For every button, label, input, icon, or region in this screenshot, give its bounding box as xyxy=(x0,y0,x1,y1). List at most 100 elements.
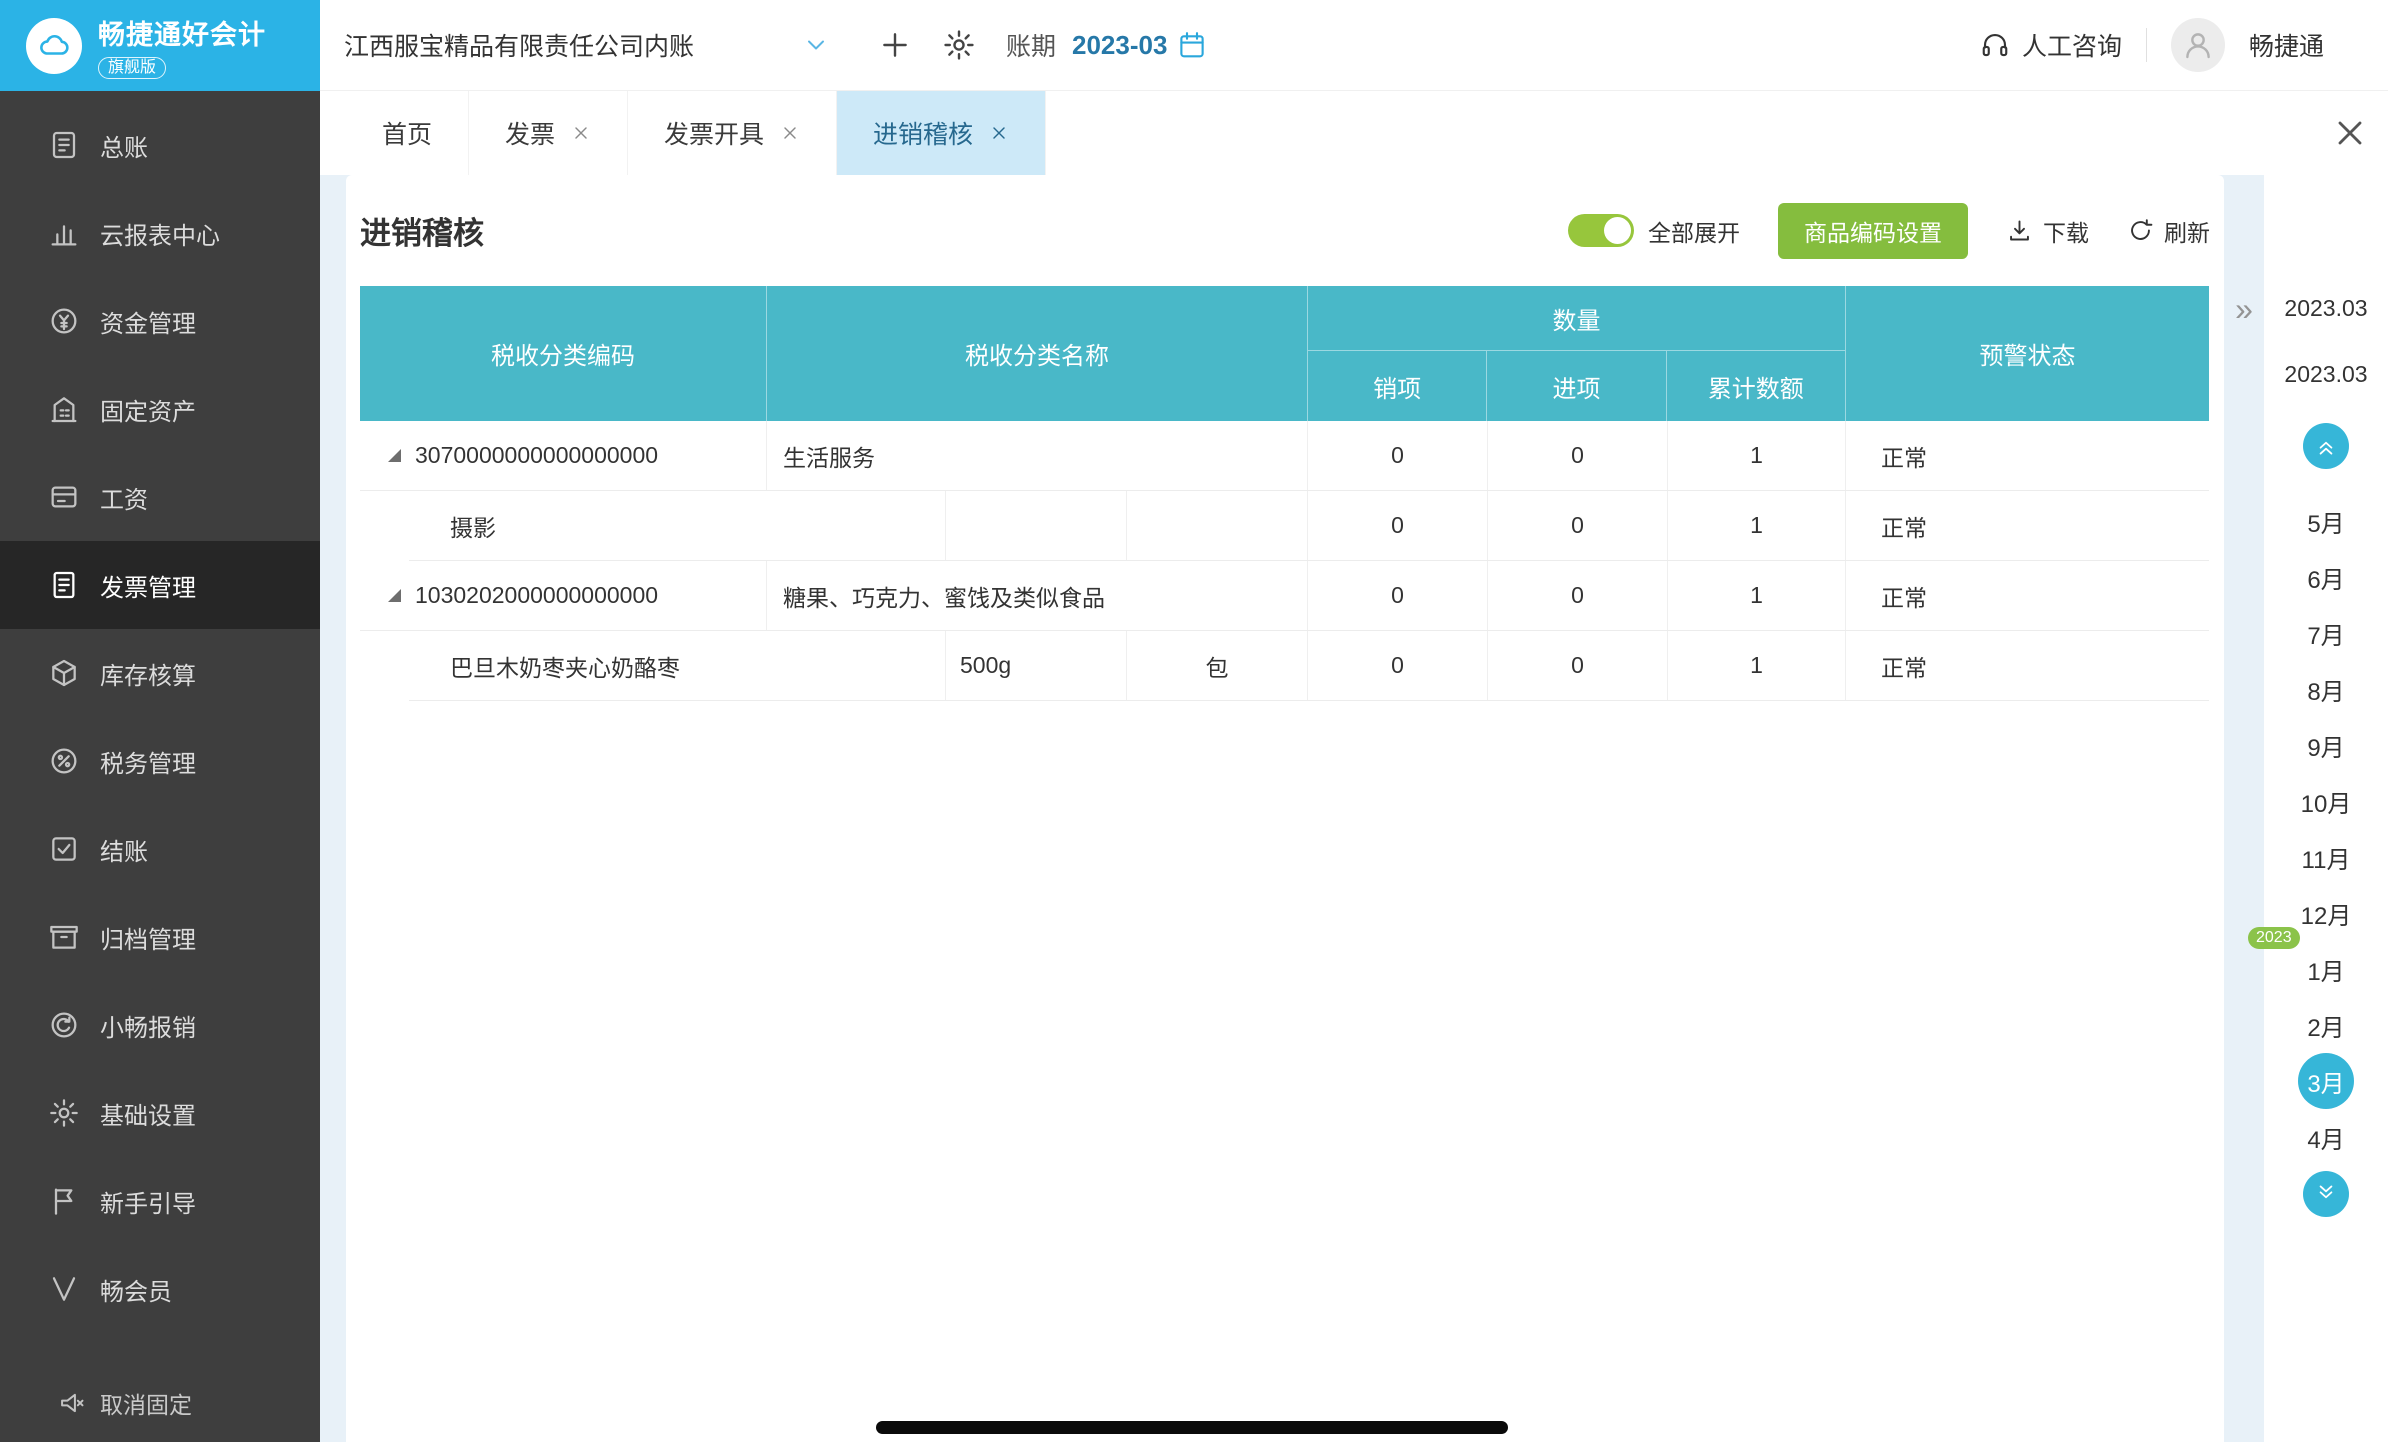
table-row[interactable]: 摄影 0 0 1 正常 xyxy=(409,491,2209,561)
month-item[interactable]: 5月 xyxy=(2264,493,2388,549)
period-value[interactable]: 2023-03 xyxy=(1072,30,1167,61)
inventory-icon xyxy=(48,657,80,689)
month-item[interactable]: 1月 xyxy=(2264,941,2388,997)
add-button[interactable] xyxy=(878,28,912,62)
person-icon xyxy=(2181,28,2215,62)
chevron-down-icon xyxy=(802,31,830,59)
funds-icon xyxy=(48,305,80,337)
member-icon xyxy=(48,1273,80,1305)
month-item[interactable]: 10月 xyxy=(2264,773,2388,829)
app-root: 畅捷通好会计 旗舰版 总账 云报表中心 资金管理 固定资产 工资 发票管理 库存… xyxy=(0,0,2388,1442)
table-header: 税收分类编码 税收分类名称 数量 销项 进项 累计数额 预警状态 xyxy=(360,286,2209,421)
month-item[interactable]: 2月 xyxy=(2264,997,2388,1053)
sidebar-item-invoice-management[interactable]: 发票管理 xyxy=(0,541,320,629)
avatar[interactable] xyxy=(2170,18,2225,72)
sidebar-item-closing[interactable]: 结账 xyxy=(0,805,320,893)
cell-name: 糖果、巧克力、蜜饯及类似食品 xyxy=(767,561,1308,630)
sidebar-item-fixed-assets[interactable]: 固定资产 xyxy=(0,365,320,453)
month-item[interactable]: 8月 xyxy=(2264,661,2388,717)
sidebar-item-payroll[interactable]: 工资 xyxy=(0,453,320,541)
month-item-selected[interactable]: 3月 xyxy=(2264,1053,2388,1109)
close-icon[interactable] xyxy=(989,123,1009,143)
tab-invoice-issue[interactable]: 发票开具 xyxy=(628,91,838,175)
sidebar-item-general-ledger[interactable]: 总账 xyxy=(0,101,320,189)
close-icon[interactable] xyxy=(571,123,591,143)
collapse-panel-icon[interactable]: » xyxy=(2235,293,2253,325)
sidebar-item-label: 发票管理 xyxy=(100,574,196,602)
month-item[interactable]: 6月 xyxy=(2264,549,2388,605)
refresh-button[interactable]: 刷新 xyxy=(2127,214,2210,248)
sidebar-item-label: 结账 xyxy=(100,838,148,866)
tab-label: 发票开具 xyxy=(664,121,765,149)
month-item[interactable]: 7月 xyxy=(2264,605,2388,661)
refresh-icon xyxy=(2127,217,2154,244)
tab-invoice[interactable]: 发票 xyxy=(469,91,629,175)
closing-icon xyxy=(48,833,80,865)
support-button[interactable]: 人工咨询 xyxy=(1980,27,2122,63)
period-item[interactable]: 2023.03 xyxy=(2264,275,2388,341)
month-item[interactable]: 11月 xyxy=(2264,829,2388,885)
cloud-logo-icon xyxy=(26,17,82,74)
cell-sales: 0 xyxy=(1308,421,1488,490)
sidebar-item-label: 归档管理 xyxy=(100,926,196,954)
sidebar-item-reimburse[interactable]: 小畅报销 xyxy=(0,981,320,1069)
cell-purchase: 0 xyxy=(1488,561,1668,630)
sidebar-item-inventory[interactable]: 库存核算 xyxy=(0,629,320,717)
salary-icon xyxy=(48,481,80,513)
sidebar-item-member[interactable]: 畅会员 xyxy=(0,1245,320,1333)
sidebar-item-label: 小畅报销 xyxy=(100,1014,196,1042)
guide-icon xyxy=(48,1185,80,1217)
col-header-quantity: 数量 xyxy=(1308,286,1845,351)
audit-table: 税收分类编码 税收分类名称 数量 销项 进项 累计数额 预警状态 3070000… xyxy=(360,286,2209,701)
cell-name: 巴旦木奶枣夹心奶酪枣 xyxy=(409,631,946,700)
username[interactable]: 畅捷通 xyxy=(2249,27,2324,63)
sidebar-item-label: 基础设置 xyxy=(100,1102,196,1130)
sidebar-item-cloud-report-center[interactable]: 云报表中心 xyxy=(0,189,320,277)
period-item[interactable]: 2023.03 xyxy=(2264,341,2388,407)
sidebar-item-label: 资金管理 xyxy=(100,310,196,338)
gear-icon[interactable] xyxy=(942,28,976,62)
cell-status: 正常 xyxy=(1881,514,1927,541)
cell-unit: 包 xyxy=(1127,631,1308,700)
company-selector[interactable]: 江西服宝精品有限责任公司内账 xyxy=(344,27,830,63)
cell-total: 1 xyxy=(1668,491,1846,560)
double-chevron-down-icon xyxy=(2313,1181,2339,1207)
table-row[interactable]: 3070000000000000000 生活服务 0 0 1 正常 xyxy=(360,421,2209,491)
unpin-icon xyxy=(58,1389,86,1417)
tab-purchase-sales-audit[interactable]: 进销稽核 xyxy=(837,91,1047,175)
unpin-sidebar-button[interactable]: 取消固定 xyxy=(0,1364,320,1442)
table-row[interactable]: 1030202000000000000 糖果、巧克力、蜜饯及类似食品 0 0 1… xyxy=(360,561,2209,631)
product-code-settings-button[interactable]: 商品编码设置 xyxy=(1778,202,1968,259)
download-icon xyxy=(2006,217,2033,244)
col-header-code: 税收分类编码 xyxy=(360,286,767,421)
month-item[interactable]: 9月 xyxy=(2264,717,2388,773)
sidebar-item-tax[interactable]: 税务管理 xyxy=(0,717,320,805)
expand-toggle-icon[interactable] xyxy=(388,589,401,602)
support-label: 人工咨询 xyxy=(2021,33,2122,61)
cell-total: 1 xyxy=(1668,631,1846,700)
panel-gap: » xyxy=(2224,175,2264,1442)
company-name: 江西服宝精品有限责任公司内账 xyxy=(344,33,695,61)
download-button[interactable]: 下载 xyxy=(2006,214,2089,248)
sidebar-item-guide[interactable]: 新手引导 xyxy=(0,1157,320,1245)
tax-icon xyxy=(48,745,80,777)
cell-status: 正常 xyxy=(1881,444,1927,471)
expand-toggle-icon[interactable] xyxy=(388,449,401,462)
close-icon[interactable] xyxy=(780,123,800,143)
sidebar-item-funds[interactable]: 资金管理 xyxy=(0,277,320,365)
sidebar-item-settings[interactable]: 基础设置 xyxy=(0,1069,320,1157)
expand-all-toggle[interactable] xyxy=(1568,214,1634,247)
month-item[interactable]: 4月 xyxy=(2264,1109,2388,1165)
calendar-icon[interactable] xyxy=(1177,30,1207,60)
horizontal-scrollbar[interactable] xyxy=(876,1421,1508,1434)
divider xyxy=(2145,28,2147,62)
scroll-up-button[interactable] xyxy=(2303,423,2349,469)
ledger-icon xyxy=(48,129,80,161)
sidebar-item-archive[interactable]: 归档管理 xyxy=(0,893,320,981)
tab-home[interactable]: 首页 xyxy=(346,91,470,175)
archive-icon xyxy=(48,921,80,953)
table-row[interactable]: 巴旦木奶枣夹心奶酪枣 500g 包 0 0 1 正常 xyxy=(409,631,2209,701)
scroll-down-button[interactable] xyxy=(2303,1171,2349,1217)
close-all-icon[interactable] xyxy=(2330,113,2370,153)
year-badge: 2023 xyxy=(2248,927,2300,949)
